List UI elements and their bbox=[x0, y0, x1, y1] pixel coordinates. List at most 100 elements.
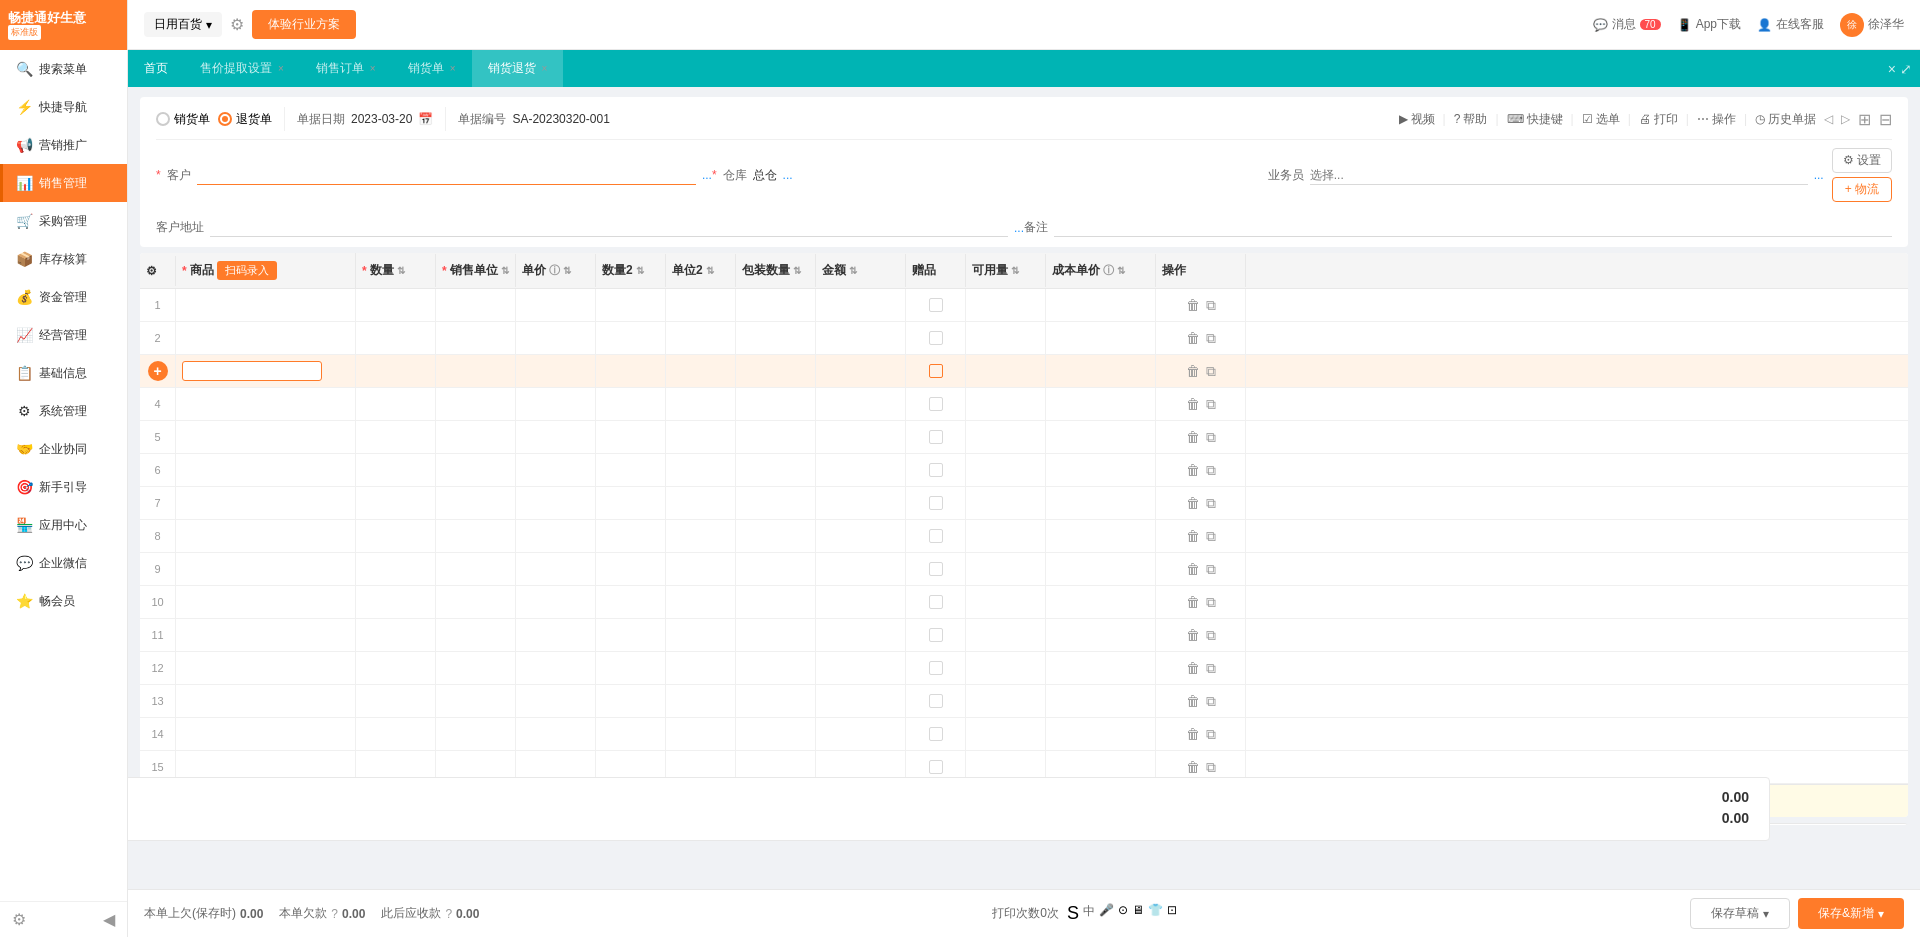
td-avail-8[interactable] bbox=[966, 520, 1046, 552]
td-qty2-1[interactable] bbox=[596, 289, 666, 321]
td-amount-6[interactable] bbox=[816, 454, 906, 486]
td-amount-14[interactable] bbox=[816, 718, 906, 750]
td-unit2-1[interactable] bbox=[666, 289, 736, 321]
td-cost-4[interactable] bbox=[1046, 388, 1156, 420]
copy-row-12-btn[interactable]: ⧉ bbox=[1206, 660, 1216, 677]
tab-close-sales-order[interactable]: × bbox=[370, 63, 376, 74]
copy-row-15-btn[interactable]: ⧉ bbox=[1206, 759, 1216, 776]
td-avail-5[interactable] bbox=[966, 421, 1046, 453]
td-unit2-9[interactable] bbox=[666, 553, 736, 585]
td-qty-6[interactable] bbox=[356, 454, 436, 486]
nav-right-btn[interactable]: ▷ bbox=[1841, 112, 1850, 126]
td-product-14[interactable] bbox=[176, 718, 356, 750]
delete-row-1-btn[interactable]: 🗑 bbox=[1186, 297, 1200, 314]
select-btn[interactable]: ☑ 选单 bbox=[1582, 111, 1620, 128]
td-pkg-2[interactable] bbox=[736, 322, 816, 354]
td-product-13[interactable] bbox=[176, 685, 356, 717]
td-gift-7[interactable] bbox=[906, 487, 966, 519]
history-btn[interactable]: ◷ 历史单据 bbox=[1755, 111, 1816, 128]
td-product-11[interactable] bbox=[176, 619, 356, 651]
td-unit-2[interactable] bbox=[436, 322, 516, 354]
td-cost-3[interactable] bbox=[1046, 355, 1156, 387]
td-unit-8[interactable] bbox=[436, 520, 516, 552]
td-price-8[interactable] bbox=[516, 520, 596, 552]
td-price-14[interactable] bbox=[516, 718, 596, 750]
sidebar-item-guide[interactable]: 🎯 新手引导 bbox=[0, 468, 127, 506]
td-gift-12[interactable] bbox=[906, 652, 966, 684]
td-qty-8[interactable] bbox=[356, 520, 436, 552]
td-gift-9[interactable] bbox=[906, 553, 966, 585]
td-product-5[interactable] bbox=[176, 421, 356, 453]
td-pkg-5[interactable] bbox=[736, 421, 816, 453]
td-amount-3[interactable] bbox=[816, 355, 906, 387]
td-qty-7[interactable] bbox=[356, 487, 436, 519]
tab-price-setting[interactable]: 售价提取设置 × bbox=[184, 50, 300, 87]
td-gift-14[interactable] bbox=[906, 718, 966, 750]
td-qty2-5[interactable] bbox=[596, 421, 666, 453]
gift-checkbox-3[interactable] bbox=[929, 364, 943, 378]
td-amount-10[interactable] bbox=[816, 586, 906, 618]
td-qty2-10[interactable] bbox=[596, 586, 666, 618]
shortcut-btn[interactable]: ⌨ 快捷键 bbox=[1507, 111, 1563, 128]
close-tab-btn[interactable]: × bbox=[1888, 61, 1896, 77]
delete-row-14-btn[interactable]: 🗑 bbox=[1186, 726, 1200, 743]
grid-view-btn[interactable]: ⊞ bbox=[1858, 110, 1871, 129]
copy-row-6-btn[interactable]: ⧉ bbox=[1206, 462, 1216, 479]
sidebar-item-shortcuts[interactable]: ⚡ 快捷导航 bbox=[0, 88, 127, 126]
td-unit-12[interactable] bbox=[436, 652, 516, 684]
sidebar-item-member[interactable]: ⭐ 畅会员 bbox=[0, 582, 127, 620]
address-dots-btn[interactable]: ... bbox=[1014, 221, 1024, 235]
td-qty-9[interactable] bbox=[356, 553, 436, 585]
copy-row-1-btn[interactable]: ⧉ bbox=[1206, 297, 1216, 314]
gift-checkbox-1[interactable] bbox=[929, 298, 943, 312]
tab-sales-delivery[interactable]: 销货单 × bbox=[392, 50, 472, 87]
td-unit-9[interactable] bbox=[436, 553, 516, 585]
td-qty-11[interactable] bbox=[356, 619, 436, 651]
address-input[interactable] bbox=[210, 218, 1008, 237]
delete-row-13-btn[interactable]: 🗑 bbox=[1186, 693, 1200, 710]
td-unit2-6[interactable] bbox=[666, 454, 736, 486]
td-unit-14[interactable] bbox=[436, 718, 516, 750]
td-qty-4[interactable] bbox=[356, 388, 436, 420]
td-pkg-13[interactable] bbox=[736, 685, 816, 717]
td-pkg-12[interactable] bbox=[736, 652, 816, 684]
td-amount-13[interactable] bbox=[816, 685, 906, 717]
td-qty-1[interactable] bbox=[356, 289, 436, 321]
td-gift-8[interactable] bbox=[906, 520, 966, 552]
td-avail-4[interactable] bbox=[966, 388, 1046, 420]
sidebar-item-search[interactable]: 🔍 搜索菜单 bbox=[0, 50, 127, 88]
delete-row-11-btn[interactable]: 🗑 bbox=[1186, 627, 1200, 644]
td-qty2-14[interactable] bbox=[596, 718, 666, 750]
td-unit2-14[interactable] bbox=[666, 718, 736, 750]
td-unit-5[interactable] bbox=[436, 421, 516, 453]
delete-row-4-btn[interactable]: 🗑 bbox=[1186, 396, 1200, 413]
td-cost-10[interactable] bbox=[1046, 586, 1156, 618]
gift-checkbox-14[interactable] bbox=[929, 727, 943, 741]
td-price-12[interactable] bbox=[516, 652, 596, 684]
copy-row-9-btn[interactable]: ⧉ bbox=[1206, 561, 1216, 578]
td-pkg-1[interactable] bbox=[736, 289, 816, 321]
td-avail-12[interactable] bbox=[966, 652, 1046, 684]
td-qty-12[interactable] bbox=[356, 652, 436, 684]
ops-btn[interactable]: ⋯ 操作 bbox=[1697, 111, 1736, 128]
td-qty-2[interactable] bbox=[356, 322, 436, 354]
td-gift-2[interactable] bbox=[906, 322, 966, 354]
add-row-btn[interactable]: + bbox=[148, 361, 168, 381]
delete-row-12-btn[interactable]: 🗑 bbox=[1186, 660, 1200, 677]
td-amount-5[interactable] bbox=[816, 421, 906, 453]
td-qty2-8[interactable] bbox=[596, 520, 666, 552]
copy-row-11-btn[interactable]: ⧉ bbox=[1206, 627, 1216, 644]
delete-row-9-btn[interactable]: 🗑 bbox=[1186, 561, 1200, 578]
tab-close-sales-return[interactable]: × bbox=[542, 63, 548, 74]
collapse-icon[interactable]: ◀ bbox=[103, 910, 115, 929]
td-pkg-14[interactable] bbox=[736, 718, 816, 750]
td-qty-3[interactable] bbox=[356, 355, 436, 387]
remark-input[interactable] bbox=[1054, 218, 1892, 237]
td-qty2-7[interactable] bbox=[596, 487, 666, 519]
td-amount-2[interactable] bbox=[816, 322, 906, 354]
td-avail-13[interactable] bbox=[966, 685, 1046, 717]
video-btn[interactable]: ▶ 视频 bbox=[1399, 111, 1435, 128]
sidebar-item-appstore[interactable]: 🏪 应用中心 bbox=[0, 506, 127, 544]
td-cost-7[interactable] bbox=[1046, 487, 1156, 519]
app-download-btn[interactable]: 📱 App下载 bbox=[1677, 16, 1741, 33]
